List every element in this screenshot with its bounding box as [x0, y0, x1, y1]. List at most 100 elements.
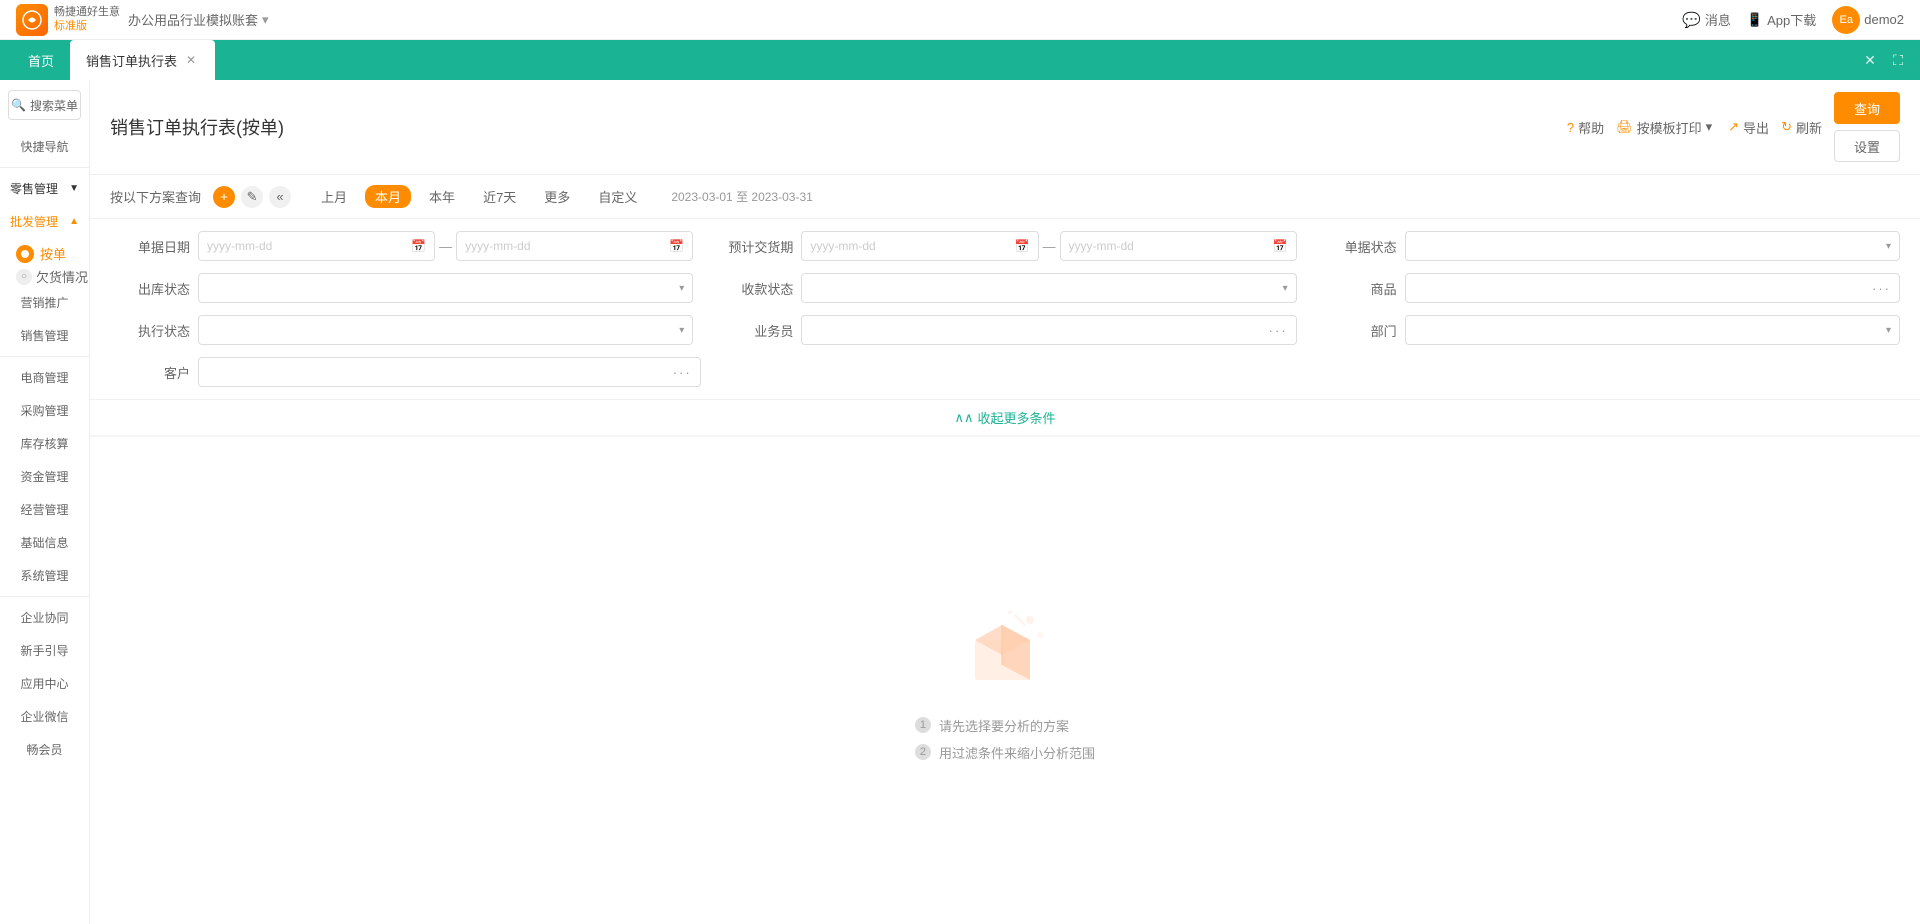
- dept-arrow: ▾: [1886, 325, 1891, 336]
- fullscreen-button[interactable]: ⛶: [1888, 50, 1908, 70]
- filter-control-goods: ···: [1405, 273, 1900, 303]
- sidebar-group-wholesale: 批发管理 ▲ 按单 ○ 欠货情况: [0, 205, 89, 286]
- scheme-tab-last-month[interactable]: 上月: [311, 185, 357, 208]
- debt-icon: ○: [16, 269, 32, 285]
- salesperson-select[interactable]: ···: [801, 315, 1296, 345]
- sidebar-sub-order[interactable]: 按单: [0, 238, 89, 267]
- sidebar-item-wholesale[interactable]: 批发管理 ▲: [0, 205, 89, 238]
- sidebar-item-sales[interactable]: 销售管理: [0, 319, 89, 352]
- filter-item-exec-status: 执行状态 ▾: [110, 315, 693, 345]
- payment-select[interactable]: ▾: [801, 273, 1296, 303]
- goods-select[interactable]: ···: [1405, 273, 1900, 303]
- sidebar-item-finance[interactable]: 资金管理: [0, 460, 89, 493]
- close-window-button[interactable]: ✕: [1860, 50, 1880, 70]
- sidebar-item-purchase[interactable]: 采购管理: [0, 394, 89, 427]
- add-scheme-button[interactable]: +: [213, 186, 235, 208]
- delivery-start-input[interactable]: yyyy-mm-dd 📅: [801, 231, 1038, 261]
- filter-label-date: 单据日期: [110, 237, 190, 256]
- filter-item-goods: 商品 ···: [1317, 273, 1900, 303]
- avatar: Ea: [1832, 6, 1860, 34]
- sidebar-item-operations[interactable]: 经营管理: [0, 493, 89, 526]
- status-select[interactable]: ▾: [1405, 231, 1900, 261]
- calendar-icon-d2: 📅: [1273, 239, 1288, 253]
- order-icon: [16, 245, 34, 263]
- empty-tip-1: 1 请先选择要分析的方案: [915, 716, 1095, 735]
- tab-sales-order[interactable]: 销售订单执行表 ✕: [70, 40, 215, 80]
- filter-row-1: 单据日期 yyyy-mm-dd 📅 — yyyy-mm-dd 📅: [110, 231, 1900, 261]
- date-end-input[interactable]: yyyy-mm-dd 📅: [456, 231, 693, 261]
- chevron-icon: ▼: [69, 183, 79, 194]
- sidebar-divider2: [0, 356, 89, 357]
- sidebar-divider3: [0, 596, 89, 597]
- filter-label-exec-status: 执行状态: [110, 321, 190, 340]
- sidebar-item-apps[interactable]: 应用中心: [0, 667, 89, 700]
- user-profile[interactable]: Ea demo2: [1832, 6, 1904, 34]
- scheme-tab-custom[interactable]: 自定义: [588, 185, 647, 208]
- goods-more-icon[interactable]: ···: [1872, 281, 1891, 296]
- payment-dropdown-arrow: ▾: [1283, 283, 1288, 294]
- reset-button[interactable]: 设置: [1834, 130, 1900, 162]
- help-button[interactable]: ? 帮助: [1567, 118, 1604, 137]
- sidebar-item-member[interactable]: 畅会员: [0, 733, 89, 766]
- export-icon: ↗: [1728, 119, 1739, 135]
- sidebar-item-inventory[interactable]: 库存核算: [0, 427, 89, 460]
- sidebar-item-quicknav[interactable]: 快捷导航: [0, 130, 89, 163]
- tab-close-icon[interactable]: ✕: [183, 52, 199, 68]
- scheme-tab-this-month[interactable]: 本月: [365, 185, 411, 208]
- sidebar-item-retail[interactable]: 零售管理 ▼: [0, 172, 89, 205]
- message-button[interactable]: 💬 消息: [1682, 10, 1731, 29]
- sidebar-item-basic[interactable]: 基础信息: [0, 526, 89, 559]
- filter-control-status: ▾: [1405, 231, 1900, 261]
- tab-home[interactable]: 首页: [12, 40, 70, 80]
- exec-status-arrow: ▾: [679, 325, 684, 336]
- tip-num-2: 2: [915, 744, 931, 760]
- collapse-filter-button[interactable]: ∧∧ 收起更多条件: [90, 399, 1920, 435]
- scheme-tab-more[interactable]: 更多: [534, 185, 580, 208]
- page-actions: ? 帮助 🖨 按模板打印 ▾ ↗ 导出 ↻ 刷新: [1567, 92, 1900, 162]
- top-bar-right: 💬 消息 📱 App下载 Ea demo2: [1682, 6, 1904, 34]
- collapse-scheme-button[interactable]: «: [269, 186, 291, 208]
- sidebar-item-wechat[interactable]: 企业微信: [0, 700, 89, 733]
- query-button[interactable]: 查询: [1834, 92, 1900, 124]
- filter-label-dept: 部门: [1317, 321, 1397, 340]
- app-download-button[interactable]: 📱 App下载: [1747, 10, 1816, 29]
- empty-illustration: [955, 600, 1055, 700]
- date-start-input[interactable]: yyyy-mm-dd 📅: [198, 231, 435, 261]
- date-sep-d: —: [1043, 239, 1056, 254]
- customer-more-icon[interactable]: ···: [673, 365, 692, 380]
- edit-scheme-button[interactable]: ✎: [241, 186, 263, 208]
- filter-label-goods: 商品: [1317, 279, 1397, 298]
- scheme-tabs: 上月 本月 本年 近7天 更多 自定义: [311, 185, 647, 208]
- refresh-button[interactable]: ↻ 刷新: [1781, 118, 1822, 137]
- outbound-select[interactable]: ▾: [198, 273, 693, 303]
- filter-label-customer: 客户: [110, 363, 190, 382]
- customer-select[interactable]: ···: [198, 357, 701, 387]
- sidebar-item-system[interactable]: 系统管理: [0, 559, 89, 592]
- dept-select[interactable]: ▾: [1405, 315, 1900, 345]
- salesperson-more-icon[interactable]: ···: [1269, 323, 1288, 338]
- sidebar-item-newuser[interactable]: 新手引导: [0, 634, 89, 667]
- delivery-end-input[interactable]: yyyy-mm-dd 📅: [1060, 231, 1297, 261]
- filter-item-customer: 客户 ···: [110, 357, 701, 387]
- filter-control-dept: ▾: [1405, 315, 1900, 345]
- filter-item-delivery: 预计交货期 yyyy-mm-dd 📅 — yyyy-mm-dd 📅: [713, 231, 1296, 261]
- exec-status-select[interactable]: ▾: [198, 315, 693, 345]
- sidebar-search-area: 🔍 搜索菜单: [0, 80, 89, 130]
- search-menu-button[interactable]: 🔍 搜索菜单: [8, 90, 81, 120]
- scheme-tab-this-year[interactable]: 本年: [419, 185, 465, 208]
- app-icon: 📱: [1747, 12, 1763, 28]
- sidebar-item-enterprise[interactable]: 企业协同: [0, 601, 89, 634]
- print-button[interactable]: 🖨 按模板打印: [1616, 118, 1702, 137]
- sidebar-item-marketing[interactable]: 营销推广: [0, 286, 89, 319]
- breadcrumb-arrow-icon[interactable]: ▾: [262, 12, 269, 28]
- scheme-tab-7days[interactable]: 近7天: [473, 185, 526, 208]
- sidebar-item-ecommerce[interactable]: 电商管理: [0, 361, 89, 394]
- filter-scheme-row: 按以下方案查询 + ✎ « 上月 本月 本年 近7天 更多 自定义 2023-0…: [90, 175, 1920, 219]
- print-icon: 🖨: [1616, 119, 1633, 135]
- filter-control-customer: ···: [198, 357, 701, 387]
- sidebar-sub-debt[interactable]: ○ 欠货情况: [0, 267, 89, 286]
- export-button[interactable]: ↗ 导出: [1728, 118, 1769, 137]
- scheme-actions: + ✎ «: [213, 186, 291, 208]
- print-dropdown-arrow[interactable]: ▾: [1702, 119, 1717, 135]
- filter-date-range: yyyy-mm-dd 📅 — yyyy-mm-dd 📅: [198, 231, 693, 261]
